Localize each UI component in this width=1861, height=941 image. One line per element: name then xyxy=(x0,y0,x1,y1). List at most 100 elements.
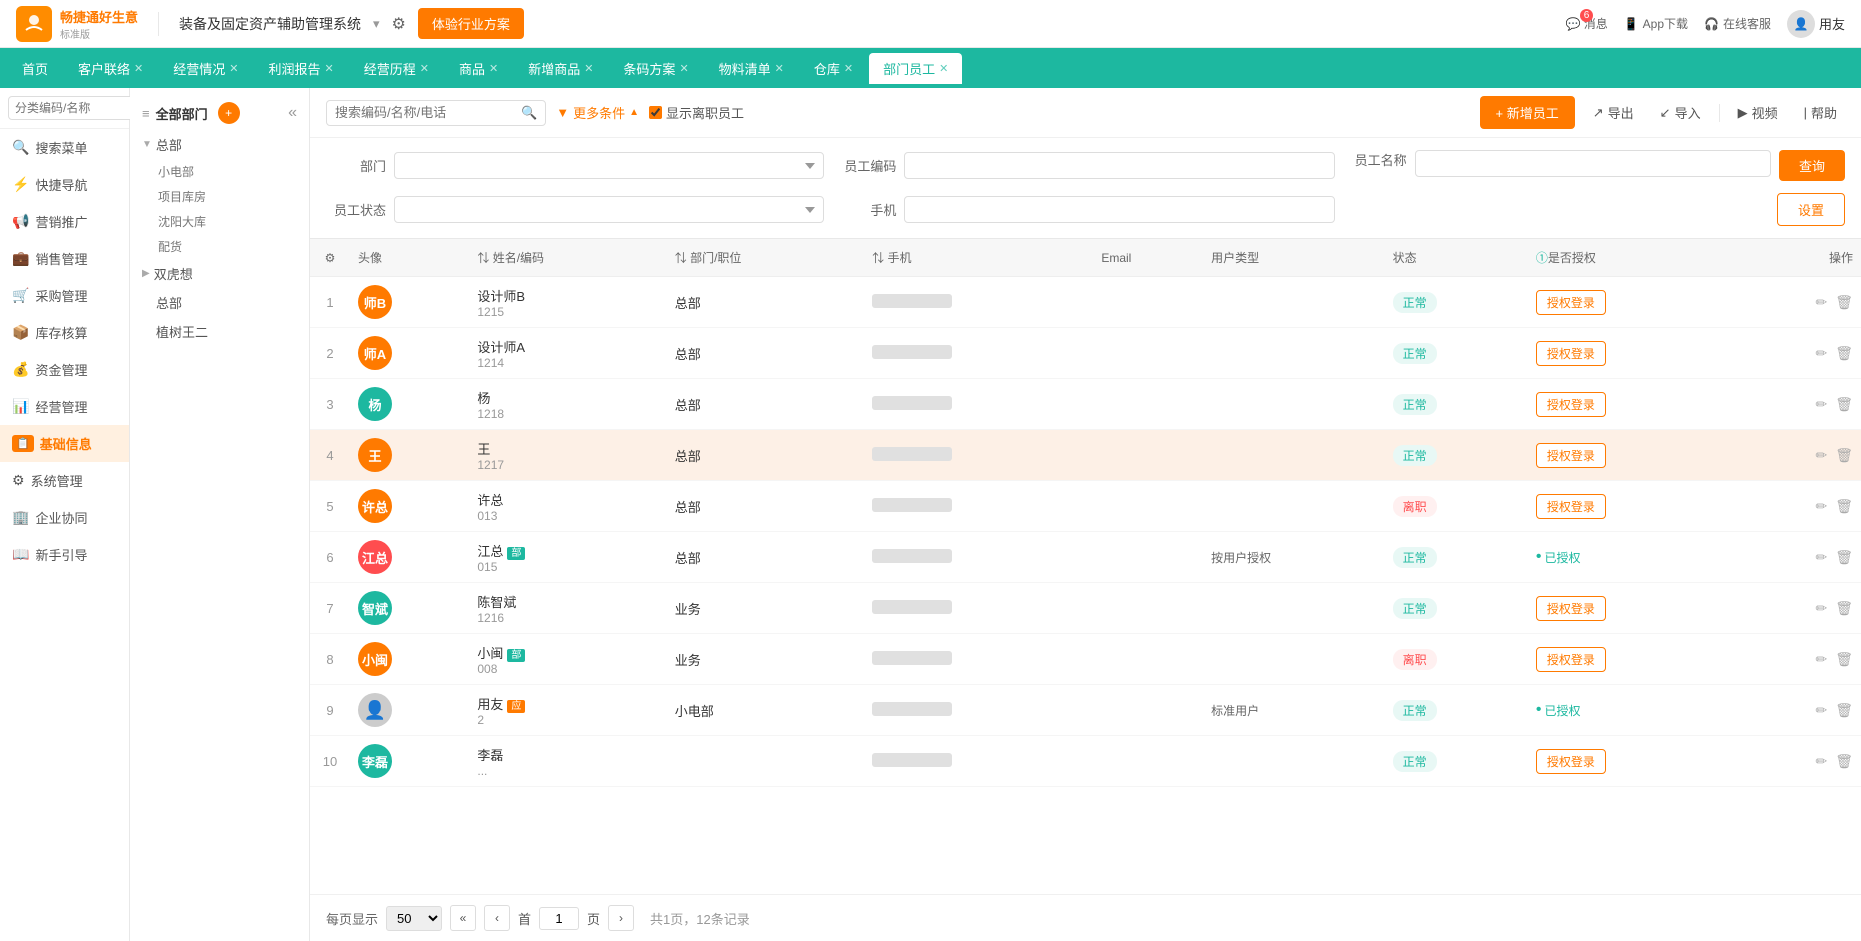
delete-icon[interactable]: 🗑 xyxy=(1835,600,1853,617)
more-filters-btn[interactable]: ▼ 更多条件 ▲ xyxy=(556,103,639,122)
search-input[interactable] xyxy=(335,105,515,120)
tree-collapse-btn[interactable]: « xyxy=(288,104,297,122)
th-name[interactable]: ⇅ 姓名/编码 xyxy=(469,239,666,277)
auth-login-btn[interactable]: 授权登录 xyxy=(1536,443,1606,468)
delete-icon[interactable]: 🗑 xyxy=(1835,345,1853,362)
page-size-select[interactable]: 50 20 100 xyxy=(386,906,442,931)
close-operation-icon[interactable]: ✕ xyxy=(229,62,238,75)
auth-cell[interactable]: 授权登录 xyxy=(1528,481,1733,532)
prev-page-btn[interactable]: ‹ xyxy=(484,905,510,931)
edit-icon[interactable]: ✏ xyxy=(1815,753,1827,770)
close-profit-icon[interactable]: ✕ xyxy=(325,62,334,75)
filter-status-select[interactable] xyxy=(394,196,824,223)
tree-item-zhishu[interactable]: 植树王二 xyxy=(130,317,309,346)
reset-btn[interactable]: 设置 xyxy=(1777,193,1845,226)
delete-icon[interactable]: 🗑 xyxy=(1835,396,1853,413)
filter-dept-select[interactable] xyxy=(394,152,824,179)
auth-cell[interactable]: 授权登录 xyxy=(1528,430,1733,481)
sidebar-item-basic[interactable]: 📋 基础信息 xyxy=(0,425,129,462)
show-leave-toggle[interactable]: 显示离职员工 xyxy=(649,103,744,122)
nav-tab-barcode[interactable]: 条码方案 ✕ xyxy=(609,53,702,84)
sidebar-item-marketing[interactable]: 📢 营销推广 xyxy=(0,203,129,240)
nav-tab-employee[interactable]: 部门员工 ✕ xyxy=(869,53,962,84)
delete-icon[interactable]: 🗑 xyxy=(1835,294,1853,311)
tree-item-xiangmu[interactable]: 项目库房 xyxy=(130,184,309,209)
delete-icon[interactable]: 🗑 xyxy=(1835,447,1853,464)
trial-btn[interactable]: 体验行业方案 xyxy=(418,8,524,39)
sidebar-item-sales[interactable]: 💼 销售管理 xyxy=(0,240,129,277)
export-btn[interactable]: ↗ 导出 xyxy=(1585,97,1642,128)
th-dept[interactable]: ⇅ 部门/职位 xyxy=(667,239,864,277)
tree-item-shenyang[interactable]: 沈阳大库 xyxy=(130,209,309,234)
delete-icon[interactable]: 🗑 xyxy=(1835,549,1853,566)
auth-cell[interactable]: 授权登录 xyxy=(1528,634,1733,685)
edit-icon[interactable]: ✏ xyxy=(1815,549,1827,566)
nav-tab-warehouse[interactable]: 仓库 ✕ xyxy=(800,53,867,84)
sidebar-item-system[interactable]: ⚙ 系统管理 xyxy=(0,462,129,499)
tree-item-shuanghu[interactable]: ▶ 双虎想 xyxy=(130,259,309,288)
auth-cell[interactable]: 授权登录 xyxy=(1528,328,1733,379)
auth-cell[interactable]: 授权登录 xyxy=(1528,379,1733,430)
nav-tab-profit[interactable]: 利润报告 ✕ xyxy=(254,53,347,84)
tree-item-zonbu-parent[interactable]: ▼ 总部 xyxy=(130,130,309,159)
import-btn[interactable]: ↙ 导入 xyxy=(1652,97,1709,128)
search-submit-icon[interactable]: 🔍 xyxy=(521,105,537,121)
filter-name-input[interactable] xyxy=(1415,150,1771,177)
tree-item-xiao-dian[interactable]: 小电部 xyxy=(130,159,309,184)
settings-icon[interactable]: ⚙ xyxy=(392,14,406,34)
dropdown-icon[interactable]: ▾ xyxy=(373,16,380,32)
sidebar-item-ops[interactable]: 📊 经营管理 xyxy=(0,388,129,425)
message-area[interactable]: 💬 消息 6 xyxy=(1566,15,1608,32)
tree-add-btn[interactable]: + xyxy=(218,102,240,124)
auth-login-btn[interactable]: 授权登录 xyxy=(1536,290,1606,315)
filter-phone-input[interactable] xyxy=(904,196,1334,223)
tree-item-zonbu2[interactable]: 总部 xyxy=(130,288,309,317)
delete-icon[interactable]: 🗑 xyxy=(1835,702,1853,719)
tree-item-peihuo[interactable]: 配货 xyxy=(130,234,309,259)
nav-tab-home[interactable]: 首页 xyxy=(8,53,62,84)
auth-login-btn[interactable]: 授权登录 xyxy=(1536,596,1606,621)
show-leave-checkbox[interactable] xyxy=(649,106,662,119)
close-barcode-icon[interactable]: ✕ xyxy=(679,62,688,75)
delete-icon[interactable]: 🗑 xyxy=(1835,651,1853,668)
nav-tab-goods[interactable]: 商品 ✕ xyxy=(445,53,512,84)
auth-login-btn[interactable]: 授权登录 xyxy=(1536,494,1606,519)
sidebar-item-guide[interactable]: 📖 新手引导 xyxy=(0,536,129,573)
user-area[interactable]: 👤 用友 xyxy=(1787,10,1845,38)
th-phone[interactable]: ⇅ 手机 xyxy=(864,239,1093,277)
edit-icon[interactable]: ✏ xyxy=(1815,498,1827,515)
edit-icon[interactable]: ✏ xyxy=(1815,294,1827,311)
auth-cell[interactable]: 授权登录 xyxy=(1528,736,1733,787)
page-input[interactable] xyxy=(539,907,579,930)
close-warehouse-icon[interactable]: ✕ xyxy=(844,62,853,75)
next-page-btn[interactable]: › xyxy=(608,905,634,931)
sidebar-item-finance[interactable]: 💰 资金管理 xyxy=(0,351,129,388)
delete-icon[interactable]: 🗑 xyxy=(1835,498,1853,515)
help-btn[interactable]: | 帮助 xyxy=(1796,97,1845,128)
query-btn[interactable]: 查询 xyxy=(1779,150,1845,181)
close-newgoods-icon[interactable]: ✕ xyxy=(584,62,593,75)
edit-icon[interactable]: ✏ xyxy=(1815,600,1827,617)
auth-login-btn[interactable]: 授权登录 xyxy=(1536,341,1606,366)
edit-icon[interactable]: ✏ xyxy=(1815,447,1827,464)
nav-tab-customer[interactable]: 客户联络 ✕ xyxy=(64,53,157,84)
filter-code-input[interactable] xyxy=(904,152,1334,179)
nav-tab-process[interactable]: 经营历程 ✕ xyxy=(350,53,443,84)
nav-tab-newgoods[interactable]: 新增商品 ✕ xyxy=(514,53,607,84)
auth-login-btn[interactable]: 授权登录 xyxy=(1536,749,1606,774)
close-process-icon[interactable]: ✕ xyxy=(420,62,429,75)
edit-icon[interactable]: ✏ xyxy=(1815,345,1827,362)
edit-icon[interactable]: ✏ xyxy=(1815,396,1827,413)
close-employee-icon[interactable]: ✕ xyxy=(939,62,948,75)
video-btn[interactable]: ▶ 视频 xyxy=(1730,97,1786,128)
auth-cell[interactable]: 授权登录 xyxy=(1528,583,1733,634)
sidebar-item-search[interactable]: 🔍 搜索菜单 xyxy=(0,129,129,166)
delete-icon[interactable]: 🗑 xyxy=(1835,753,1853,770)
sidebar-item-inventory[interactable]: 📦 库存核算 xyxy=(0,314,129,351)
edit-icon[interactable]: ✏ xyxy=(1815,651,1827,668)
nav-tab-operation[interactable]: 经营情况 ✕ xyxy=(159,53,252,84)
app-download-btn[interactable]: 📱 App下载 xyxy=(1624,15,1688,32)
close-goods-icon[interactable]: ✕ xyxy=(489,62,498,75)
add-employee-btn[interactable]: + 新增员工 xyxy=(1480,96,1575,129)
th-settings[interactable]: ⚙ xyxy=(310,239,350,277)
